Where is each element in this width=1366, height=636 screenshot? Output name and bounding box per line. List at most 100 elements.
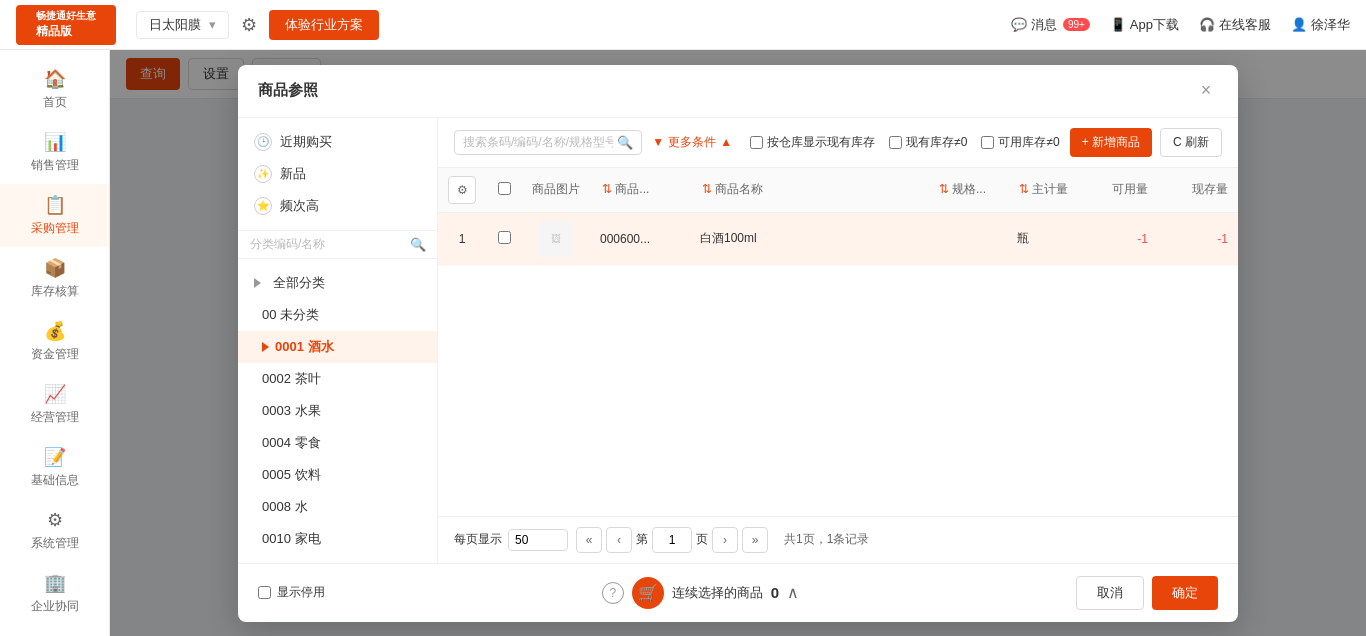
cat-search-input[interactable] <box>250 237 400 251</box>
sidebar-item-sales[interactable]: 📊 销售管理 <box>0 121 109 184</box>
add-product-btn[interactable]: + 新增商品 <box>1070 128 1152 157</box>
high-freq-label: 频次高 <box>280 197 319 215</box>
star-icon: ⭐ <box>254 197 272 215</box>
first-page-btn[interactable]: « <box>576 527 602 553</box>
sidebar-item-system[interactable]: ⚙ 系统管理 <box>0 499 109 562</box>
notification-badge: 99+ <box>1063 18 1090 31</box>
sidebar-label-enterprise: 企业协同 <box>31 598 79 615</box>
page-size-wrap: 每页显示 10 20 50 100 <box>454 529 568 551</box>
product-search-input[interactable] <box>463 135 613 149</box>
cat-recent-purchase[interactable]: 🕒 近期购买 <box>238 126 437 158</box>
purchase-icon: 📋 <box>44 194 66 216</box>
filter-stock-ne0-checkbox[interactable] <box>889 136 902 149</box>
cat-all[interactable]: 全部分类 <box>238 267 437 299</box>
sidebar-item-inventory[interactable]: 📦 库存核算 <box>0 247 109 310</box>
selected-text: 连续选择的商品 <box>672 584 763 602</box>
filter-warehouse-text: 按仓库显示现有库存 <box>767 134 875 151</box>
gear-icon[interactable]: ⚙ <box>241 14 257 36</box>
next-page-btn[interactable]: › <box>712 527 738 553</box>
page-input[interactable] <box>652 527 692 553</box>
user-item[interactable]: 👤 徐泽华 <box>1291 16 1350 34</box>
cat-high-freq[interactable]: ⭐ 频次高 <box>238 190 437 222</box>
sidebar-item-business[interactable]: 📈 经营管理 <box>0 373 109 436</box>
confirm-btn[interactable]: 确定 <box>1152 576 1218 610</box>
table-row[interactable]: 1 🖼 <box>438 212 1238 265</box>
product-thumbnail: 🖼 <box>538 221 574 257</box>
cell-code: 000600... <box>590 212 690 265</box>
online-service-item[interactable]: 🎧 在线客服 <box>1199 16 1271 34</box>
system-icon: ⚙ <box>47 509 63 531</box>
modal-close-btn[interactable]: × <box>1194 79 1218 103</box>
cat-0008[interactable]: 0008 水 <box>238 491 437 523</box>
help-icon[interactable]: ? <box>602 582 624 604</box>
th-name[interactable]: ⇅ 商品名称 <box>690 168 927 213</box>
product-name: 白酒100ml <box>700 231 757 245</box>
trial-btn[interactable]: 体验行业方案 <box>269 10 379 40</box>
cat-0002[interactable]: 0002 茶叶 <box>238 363 437 395</box>
col-code-sort-icon: ⇅ <box>602 182 612 196</box>
cell-available: -1 <box>1078 212 1158 265</box>
sidebar-item-home[interactable]: 🏠 首页 <box>0 58 109 121</box>
sidebar-item-finance[interactable]: 💰 资金管理 <box>0 310 109 373</box>
collapse-icon[interactable]: ∧ <box>787 583 799 602</box>
page-size-select[interactable]: 10 20 50 100 <box>508 529 568 551</box>
basic-icon: 📝 <box>44 446 66 468</box>
cat-0008-label: 0008 水 <box>262 498 308 516</box>
cat-search-icon[interactable]: 🔍 <box>410 237 426 252</box>
filter-available-ne0-label[interactable]: 可用库存≠0 <box>981 134 1059 151</box>
cat-0003[interactable]: 0003 水果 <box>238 395 437 427</box>
cat-new-product[interactable]: ✨ 新品 <box>238 158 437 190</box>
prev-page-btn[interactable]: ‹ <box>606 527 632 553</box>
page-total: 共1页，1条记录 <box>784 531 869 548</box>
th-spec[interactable]: ⇅ 规格... <box>927 168 1007 213</box>
sidebar-label-home: 首页 <box>43 94 67 111</box>
cat-0010[interactable]: 0010 家电 <box>238 523 437 555</box>
sidebar-label-sales: 销售管理 <box>31 157 79 174</box>
cat-0004-label: 0004 零食 <box>262 434 321 452</box>
th-img: 商品图片 <box>522 168 590 213</box>
modal-title: 商品参照 <box>258 81 318 100</box>
category-panel: 🕒 近期购买 ✨ 新品 ⭐ 频次高 <box>238 118 438 563</box>
modal-header: 商品参照 × <box>238 65 1238 118</box>
cart-icon[interactable]: 🛒 <box>632 577 664 609</box>
notification-item[interactable]: 💬 消息 99+ <box>1011 16 1090 34</box>
filter-warehouse-label[interactable]: 按仓库显示现有库存 <box>750 134 875 151</box>
th-index: ⚙ <box>438 168 486 213</box>
last-page-btn[interactable]: » <box>742 527 768 553</box>
cell-stock: -1 <box>1158 212 1238 265</box>
show-disabled-checkbox[interactable] <box>258 586 271 599</box>
app-download-item[interactable]: 📱 App下载 <box>1110 16 1179 34</box>
th-unit[interactable]: ⇅ 主计量 <box>1007 168 1078 213</box>
filter-stock-ne0-text: 现有库存≠0 <box>906 134 967 151</box>
col-settings-icon[interactable]: ⚙ <box>448 176 476 204</box>
store-selector[interactable]: 日太阳膜 ▾ <box>136 11 229 39</box>
footer-mid: ? 🛒 连续选择的商品 0 ∧ <box>602 577 799 609</box>
filter-icon: ▼ <box>652 135 664 149</box>
cat-00[interactable]: 00 未分类 <box>238 299 437 331</box>
row-checkbox[interactable] <box>498 231 511 244</box>
sidebar-item-enterprise[interactable]: 🏢 企业协同 <box>0 562 109 625</box>
filter-available-ne0-checkbox[interactable] <box>981 136 994 149</box>
cancel-btn[interactable]: 取消 <box>1076 576 1144 610</box>
filter-more-btn[interactable]: ▼ 更多条件 ▲ <box>652 134 732 151</box>
cat-0001[interactable]: 0001 酒水 <box>238 331 437 363</box>
page-label-post: 页 <box>696 531 708 548</box>
th-code[interactable]: ⇅ 商品... <box>590 168 690 213</box>
sidebar-label-system: 系统管理 <box>31 535 79 552</box>
sidebar-item-basic[interactable]: 📝 基础信息 <box>0 436 109 499</box>
refresh-btn[interactable]: C 刷新 <box>1160 128 1222 157</box>
filter-stock-ne0-label[interactable]: 现有库存≠0 <box>889 134 967 151</box>
cat-0004[interactable]: 0004 零食 <box>238 427 437 459</box>
sidebar-item-guide[interactable]: 📚 新手引导 <box>0 625 109 636</box>
select-all-checkbox[interactable] <box>498 182 511 195</box>
col-name-label: 商品名称 <box>715 182 763 196</box>
sidebar-item-purchase[interactable]: 📋 采购管理 <box>0 184 109 247</box>
filter-warehouse-checkbox[interactable] <box>750 136 763 149</box>
filter-bar: 🔍 ▼ 更多条件 ▲ 按仓库显示现有库存 <box>438 118 1238 168</box>
product-available: -1 <box>1137 232 1148 246</box>
cell-index: 1 <box>438 212 486 265</box>
cat-0005[interactable]: 0005 饮料 <box>238 459 437 491</box>
show-disabled-label[interactable]: 显示停用 <box>258 584 325 601</box>
product-search-icon[interactable]: 🔍 <box>617 135 633 150</box>
cell-img: 🖼 <box>522 212 590 265</box>
